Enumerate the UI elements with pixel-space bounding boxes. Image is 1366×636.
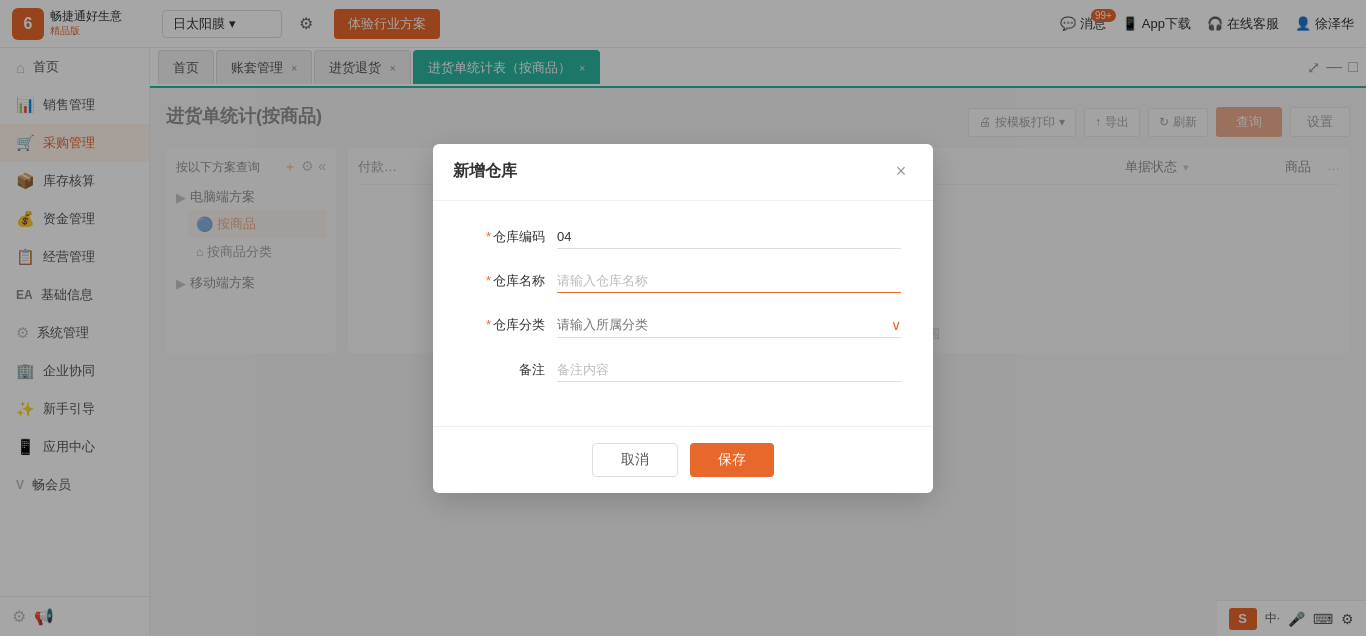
remark-label: 备注 bbox=[465, 361, 545, 379]
category-input[interactable] bbox=[557, 317, 891, 332]
add-warehouse-modal: 新增仓库 × *仓库编码 *仓库名称 *仓库分类 bbox=[433, 144, 933, 493]
modal-overlay: 新增仓库 × *仓库编码 *仓库名称 *仓库分类 bbox=[0, 0, 1366, 636]
remark-input[interactable] bbox=[557, 358, 901, 382]
modal-close-button[interactable]: × bbox=[889, 160, 913, 184]
name-input[interactable] bbox=[557, 269, 901, 293]
category-select[interactable]: ∨ bbox=[557, 313, 901, 338]
code-label: *仓库编码 bbox=[465, 228, 545, 246]
modal-footer: 取消 保存 bbox=[433, 426, 933, 493]
modal-header: 新增仓库 × bbox=[433, 144, 933, 201]
cancel-button[interactable]: 取消 bbox=[592, 443, 678, 477]
save-button[interactable]: 保存 bbox=[690, 443, 774, 477]
category-arrow-icon: ∨ bbox=[891, 317, 901, 333]
form-row-code: *仓库编码 bbox=[465, 225, 901, 249]
form-row-remark: 备注 bbox=[465, 358, 901, 382]
category-label: *仓库分类 bbox=[465, 316, 545, 334]
form-row-name: *仓库名称 bbox=[465, 269, 901, 293]
code-input[interactable] bbox=[557, 225, 901, 249]
name-label: *仓库名称 bbox=[465, 272, 545, 290]
form-row-category: *仓库分类 ∨ bbox=[465, 313, 901, 338]
modal-title: 新增仓库 bbox=[453, 161, 517, 182]
modal-body: *仓库编码 *仓库名称 *仓库分类 ∨ bbox=[433, 201, 933, 426]
